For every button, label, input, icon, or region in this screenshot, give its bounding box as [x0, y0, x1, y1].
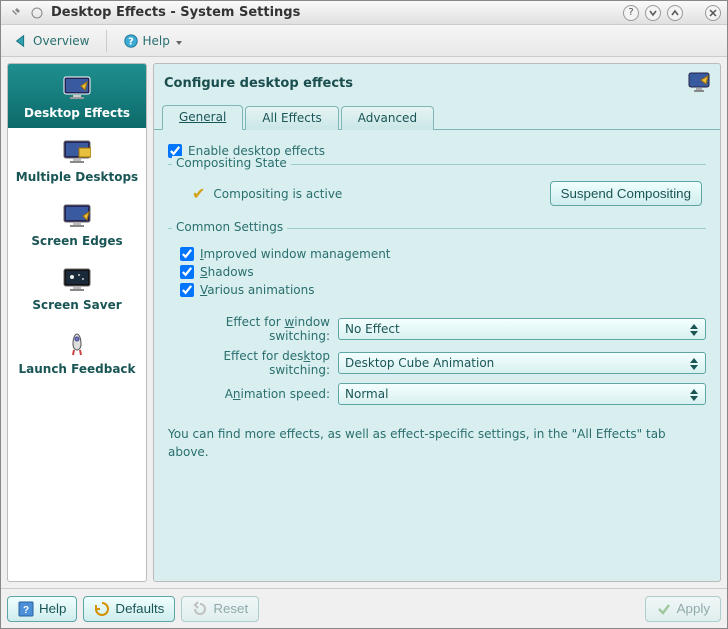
compositing-state-group: Compositing State ✔ Compositing is activ…	[168, 164, 706, 212]
toolbar: Overview ? Help	[1, 25, 727, 57]
tab-content-general: Enable desktop effects Compositing State…	[154, 130, 720, 581]
screen-edges-icon	[61, 202, 93, 230]
tab-general[interactable]: General	[162, 105, 243, 130]
screen-saver-icon	[61, 266, 93, 294]
toolbar-separator	[106, 30, 107, 52]
sidebar-item-launch-feedback[interactable]: Launch Feedback	[8, 320, 146, 384]
check-icon: ✔	[192, 184, 205, 203]
help-button[interactable]: ? Help	[7, 596, 77, 622]
footer: ? Help Defaults Reset Apply	[1, 588, 727, 628]
tab-advanced[interactable]: Advanced	[341, 106, 434, 130]
sidebar-item-screen-edges[interactable]: Screen Edges	[8, 192, 146, 256]
window-title: Desktop Effects - System Settings	[51, 5, 300, 20]
tabs: General All Effects Advanced	[154, 98, 720, 130]
window-emblem-icon	[29, 5, 45, 21]
spinner-icon	[687, 386, 701, 404]
settings-window: Desktop Effects - System Settings ? Over…	[0, 0, 728, 629]
overview-label: Overview	[33, 34, 90, 48]
apply-icon	[656, 601, 672, 617]
effect-window-switch-label: Effect for window switching:	[168, 315, 338, 343]
various-animations-checkbox[interactable]: Various animations	[180, 283, 706, 297]
svg-text:?: ?	[128, 36, 134, 47]
help-titlebar-button[interactable]: ?	[623, 5, 639, 21]
compositing-state-title: Compositing State	[172, 156, 291, 170]
improved-window-mgmt-checkbox[interactable]: Improved window management	[180, 247, 706, 261]
spinner-icon	[687, 355, 701, 373]
sidebar-item-desktop-effects[interactable]: Desktop Effects	[8, 64, 146, 128]
effect-desktop-switch-label: Effect for desktop switching:	[168, 349, 338, 377]
compositing-status-text: Compositing is active	[213, 187, 342, 201]
effect-desktop-switch-select[interactable]: Desktop Cube Animation	[338, 352, 706, 374]
sidebar-item-label: Desktop Effects	[24, 106, 130, 120]
reset-button: Reset	[181, 596, 259, 622]
launch-feedback-icon	[61, 330, 93, 358]
sidebar-item-label: Screen Saver	[32, 298, 121, 312]
minimize-button[interactable]	[645, 5, 661, 21]
defaults-icon	[94, 601, 110, 617]
main-panel: Configure desktop effects General All Ef…	[153, 63, 721, 582]
help-icon: ?	[18, 601, 34, 617]
reset-icon	[192, 601, 208, 617]
maximize-button[interactable]	[667, 5, 683, 21]
help-menu-button[interactable]: ? Help	[117, 30, 188, 52]
sidebar-item-label: Launch Feedback	[18, 362, 135, 376]
close-button[interactable]	[705, 5, 721, 21]
defaults-button[interactable]: Defaults	[83, 596, 175, 622]
sidebar-item-screen-saver[interactable]: Screen Saver	[8, 256, 146, 320]
effect-window-switch-select[interactable]: No Effect	[338, 318, 706, 340]
svg-text:?: ?	[23, 605, 29, 616]
help-icon: ?	[123, 33, 139, 49]
suspend-compositing-button[interactable]: Suspend Compositing	[550, 181, 702, 206]
app-icon	[7, 5, 23, 21]
tab-all-effects[interactable]: All Effects	[245, 106, 338, 130]
panel-icon	[688, 72, 710, 94]
common-settings-title: Common Settings	[172, 220, 287, 234]
shadows-checkbox[interactable]: Shadows	[180, 265, 706, 279]
desktop-effects-icon	[61, 74, 93, 102]
animation-speed-label: Animation speed:	[168, 387, 338, 401]
back-arrow-icon	[13, 33, 29, 49]
overview-button[interactable]: Overview	[7, 30, 96, 52]
sidebar-item-label: Multiple Desktops	[16, 170, 138, 184]
sidebar: Desktop Effects Multiple Desktops Screen…	[7, 63, 147, 582]
panel-title: Configure desktop effects	[164, 76, 353, 91]
spinner-icon	[687, 321, 701, 339]
titlebar: Desktop Effects - System Settings ?	[1, 1, 727, 25]
common-settings-group: Common Settings Improved window manageme…	[168, 228, 706, 461]
animation-speed-select[interactable]: Normal	[338, 383, 706, 405]
help-menu-label: Help	[143, 34, 170, 48]
sidebar-item-multiple-desktops[interactable]: Multiple Desktops	[8, 128, 146, 192]
multiple-desktops-icon	[61, 138, 93, 166]
sidebar-item-label: Screen Edges	[31, 234, 122, 248]
hint-text: You can find more effects, as well as ef…	[168, 425, 706, 461]
chevron-down-icon	[176, 41, 182, 45]
apply-button: Apply	[645, 596, 721, 622]
